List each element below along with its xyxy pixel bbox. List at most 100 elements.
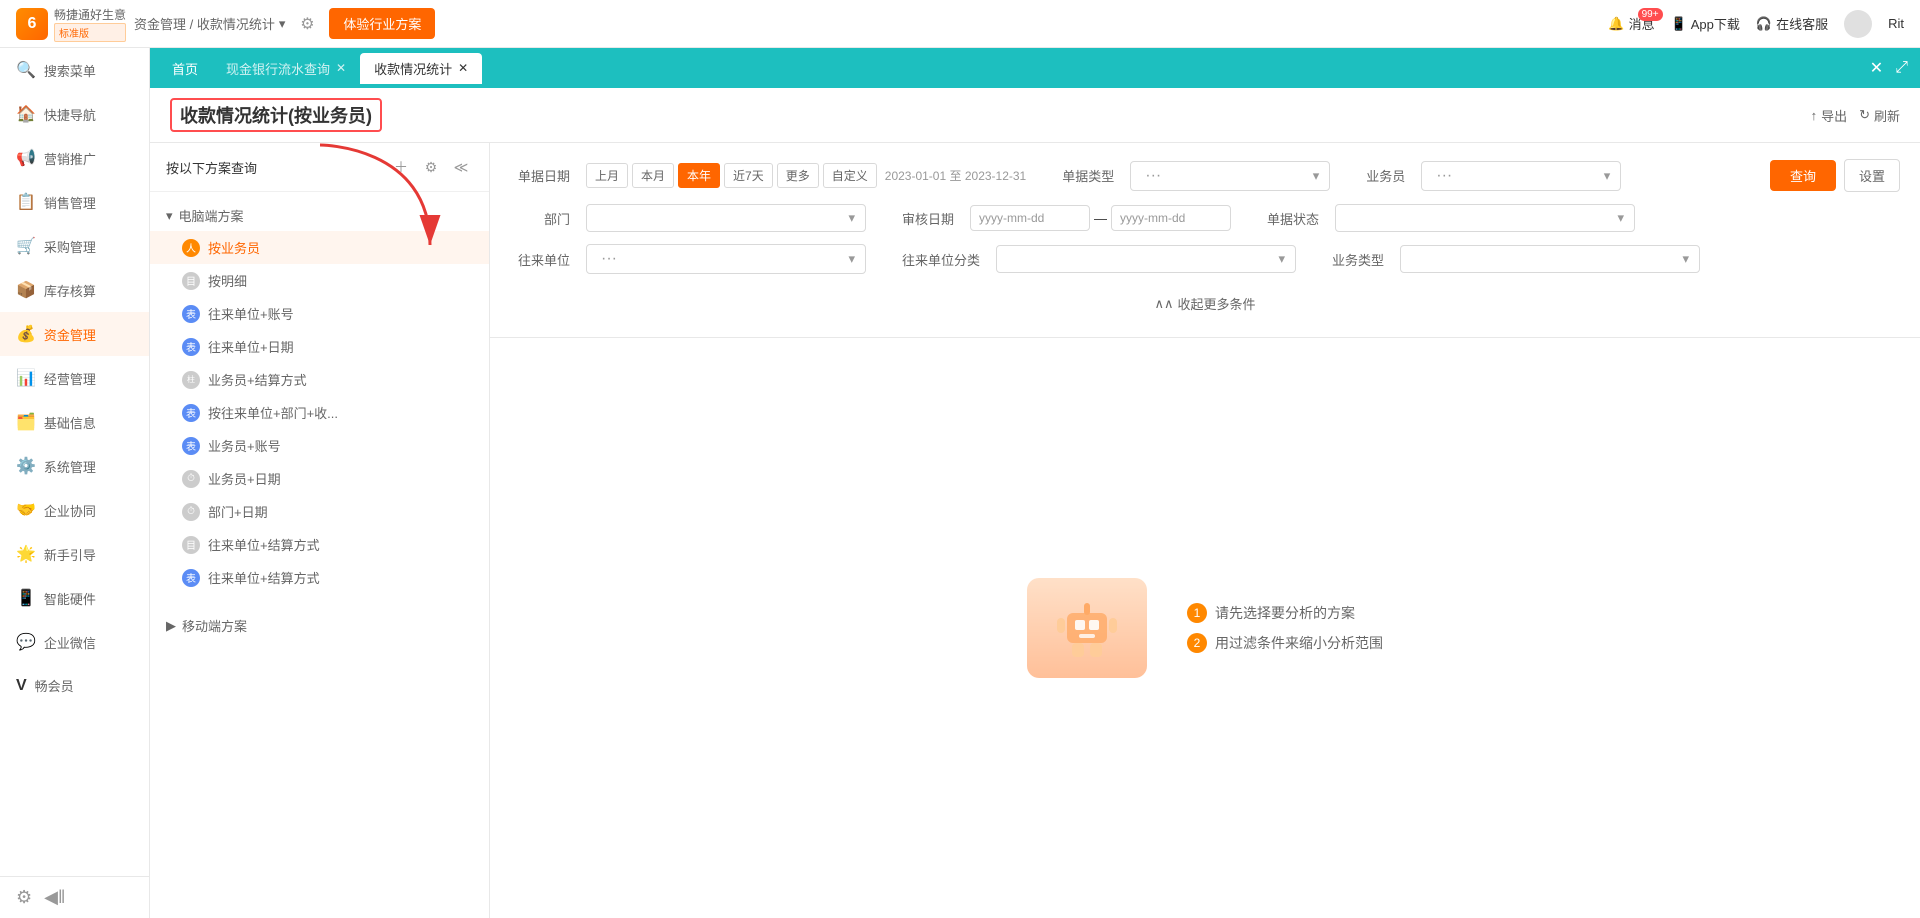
business-type-select[interactable]: ▾: [1400, 245, 1700, 273]
sidebar-item-hardware[interactable]: 📱 智能硬件: [0, 576, 149, 620]
app-download-area[interactable]: 📱 App下载: [1671, 14, 1740, 33]
scheme-icon-salesperson: 人: [182, 239, 200, 257]
date-btn-custom[interactable]: 自定义: [823, 163, 877, 188]
date-from: 2023-01-01: [885, 169, 946, 183]
date-btn-more[interactable]: 更多: [777, 163, 819, 188]
review-date-from[interactable]: yyyy-mm-dd: [970, 205, 1090, 231]
scheme-item-salesperson-account[interactable]: 表 业务员+账号: [150, 429, 489, 462]
sidebar-label-enterprise: 企业协同: [44, 501, 96, 520]
setting-button[interactable]: 设置: [1844, 159, 1900, 192]
page-title: 收款情况统计(按业务员): [180, 102, 372, 128]
review-date-label: 审核日期: [902, 209, 954, 228]
sidebar-item-search[interactable]: 🔍 搜索菜单: [0, 48, 149, 92]
msg-area[interactable]: 🔔 消息 99+: [1608, 14, 1654, 33]
sidebar-item-vip[interactable]: V 畅会员: [0, 664, 149, 707]
tab-receipt[interactable]: 收款情况统计 ✕: [360, 53, 482, 84]
gear-button[interactable]: ⚙: [293, 10, 321, 38]
scheme-label-sp-date: 业务员+日期: [208, 469, 281, 488]
date-btn-last-month[interactable]: 上月: [586, 163, 628, 188]
tab-receipt-close[interactable]: ✕: [458, 62, 468, 74]
scheme-label-detail: 按明细: [208, 271, 247, 290]
sidebar-item-enterprise[interactable]: 🤝 企业协同: [0, 488, 149, 532]
export-button[interactable]: ↑ 导出: [1811, 106, 1848, 125]
sidebar-item-finance[interactable]: 💰 资金管理: [0, 312, 149, 356]
desktop-scheme-label: 电脑端方案: [179, 206, 244, 225]
dept-select[interactable]: ▾: [586, 204, 866, 232]
sidebar-item-system[interactable]: ⚙️ 系统管理: [0, 444, 149, 488]
partner-category-select[interactable]: ▾: [996, 245, 1296, 273]
finance-icon: 💰: [16, 324, 36, 344]
trial-button[interactable]: 体验行业方案: [329, 8, 435, 39]
collapse-panel-btn[interactable]: ≪: [449, 155, 473, 179]
voucher-status-select[interactable]: ▾: [1335, 204, 1635, 232]
manage-scheme-btn[interactable]: ⚙: [419, 155, 443, 179]
filter-area: 单据日期 上月 本月 本年 近7天 更多 自定义 2023-01-01 至: [490, 143, 1920, 338]
scheme-label-dept: 按往来单位+部门+收...: [208, 403, 338, 422]
voucher-type-select[interactable]: ··· ▾: [1130, 161, 1330, 191]
online-service-area[interactable]: 🎧 在线客服: [1756, 14, 1828, 33]
vip-icon: V: [16, 677, 27, 695]
sidebar-item-wechat[interactable]: 💬 企业微信: [0, 620, 149, 664]
review-date-to[interactable]: yyyy-mm-dd: [1111, 205, 1231, 231]
scheme-item-partner-settle1[interactable]: 目 往来单位+结算方式: [150, 528, 489, 561]
content-area: 首页 现金银行流水查询 ✕ 收款情况统计 ✕ ✕ ⤢ 收款情况统计(按业务员): [150, 48, 1920, 918]
collapse-sidebar-btn[interactable]: ◀‖: [44, 887, 65, 908]
collapse-more-button[interactable]: ∧∧ 收起更多条件: [510, 286, 1900, 321]
tab-expand-btn[interactable]: ⤢: [1891, 55, 1912, 81]
tab-bank[interactable]: 现金银行流水查询 ✕: [212, 53, 360, 84]
scheme-item-by-salesperson[interactable]: 人 按业务员: [150, 231, 489, 264]
user-avatar[interactable]: [1844, 10, 1872, 38]
scheme-section-desktop: ▾ 电脑端方案 人 按业务员 目 按明细 表 往来单位+账号: [150, 192, 489, 602]
review-date-from-value: yyyy-mm-dd: [979, 211, 1044, 225]
empty-tips: 1 请先选择要分析的方案 2 用过滤条件来缩小分析范围: [1187, 603, 1383, 653]
tab-receipt-label: 收款情况统计: [374, 59, 452, 78]
sidebar-label-operation: 经营管理: [44, 369, 96, 388]
collapse-more-label: 收起更多条件: [1178, 294, 1256, 313]
add-scheme-btn[interactable]: ＋: [389, 155, 413, 179]
sidebar-item-shortcut[interactable]: 🏠 快捷导航: [0, 92, 149, 136]
settings-bottom-icon[interactable]: ⚙: [16, 887, 32, 908]
service-icon: 🎧: [1756, 16, 1772, 32]
scheme-item-salesperson-settle[interactable]: 柱 业务员+结算方式: [150, 363, 489, 396]
mobile-scheme-label: 移动端方案: [182, 616, 247, 635]
inventory-icon: 📦: [16, 280, 36, 300]
sidebar-bottom: ⚙ ◀‖: [0, 876, 149, 918]
date-btn-this-month[interactable]: 本月: [632, 163, 674, 188]
sidebar-item-guide[interactable]: 🌟 新手引导: [0, 532, 149, 576]
sidebar-label-inventory: 库存核算: [44, 281, 96, 300]
system-icon: ⚙️: [16, 456, 36, 476]
date-buttons: 上月 本月 本年 近7天 更多 自定义 2023-01-01 至 2023-12…: [586, 163, 1026, 188]
scheme-icon-sp-date: ⏱: [182, 470, 200, 488]
date-btn-this-year[interactable]: 本年: [678, 163, 720, 188]
refresh-button[interactable]: ↻ 刷新: [1859, 106, 1900, 125]
partner-select[interactable]: ··· ▾: [586, 244, 866, 274]
home-icon: 🏠: [16, 104, 36, 124]
tab-close-all-btn[interactable]: ✕: [1866, 54, 1887, 82]
main-content: 按以下方案查询 ＋ ⚙ ≪ ▾ 电脑端方案 人 按业务员: [150, 143, 1920, 918]
scheme-item-dept-date[interactable]: ⏱ 部门+日期: [150, 495, 489, 528]
sidebar-item-inventory[interactable]: 📦 库存核算: [0, 268, 149, 312]
page-actions: ↑ 导出 ↻ 刷新: [1811, 106, 1900, 125]
scheme-item-salesperson-date[interactable]: ⏱ 业务员+日期: [150, 462, 489, 495]
date-btn-7days[interactable]: 近7天: [724, 163, 773, 188]
business-type-arrow: ▾: [1683, 251, 1690, 267]
salesperson-select[interactable]: ··· ▾: [1421, 161, 1621, 191]
scheme-item-partner-dept[interactable]: 表 按往来单位+部门+收...: [150, 396, 489, 429]
sidebar-item-marketing[interactable]: 📢 营销推广: [0, 136, 149, 180]
query-button[interactable]: 查询: [1770, 160, 1836, 191]
scheme-section-mobile: ▶ 移动端方案: [150, 602, 489, 649]
scheme-item-partner-date[interactable]: 表 往来单位+日期: [150, 330, 489, 363]
scheme-item-by-detail[interactable]: 目 按明细: [150, 264, 489, 297]
sidebar-item-purchase[interactable]: 🛒 采购管理: [0, 224, 149, 268]
tab-home[interactable]: 首页: [158, 53, 212, 84]
scheme-group-mobile[interactable]: ▶ 移动端方案: [150, 610, 489, 641]
sidebar-item-operation[interactable]: 📊 经营管理: [0, 356, 149, 400]
sidebar-item-sales[interactable]: 📋 销售管理: [0, 180, 149, 224]
tab-bank-close[interactable]: ✕: [336, 62, 346, 74]
scheme-item-partner-settle2[interactable]: 表 往来单位+结算方式: [150, 561, 489, 594]
scheme-label-salesperson: 按业务员: [208, 238, 260, 257]
scheme-item-partner-account[interactable]: 表 往来单位+账号: [150, 297, 489, 330]
voucher-type-dots: ···: [1145, 167, 1161, 185]
sidebar-item-basic[interactable]: 🗂️ 基础信息: [0, 400, 149, 444]
scheme-group-desktop[interactable]: ▾ 电脑端方案: [150, 200, 489, 231]
